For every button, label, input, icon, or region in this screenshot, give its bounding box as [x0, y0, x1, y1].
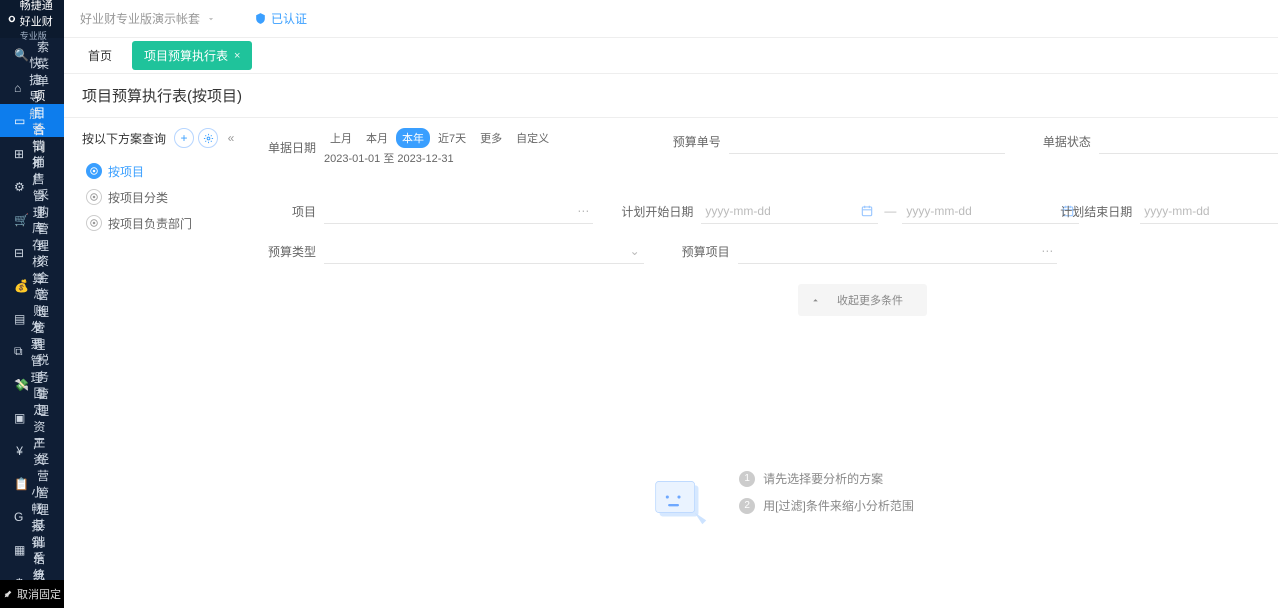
close-icon[interactable]: ×: [234, 50, 240, 62]
date-shortcut[interactable]: 自定义: [510, 128, 555, 148]
nav-icon: ▣: [14, 410, 25, 426]
nav-icon: ⌂: [14, 80, 21, 96]
step-1-text: 请先选择要分析的方案: [763, 470, 883, 487]
sidebar-item-9[interactable]: ⧉发票管理: [0, 335, 64, 368]
gear-icon: [203, 133, 214, 144]
budget-type-select[interactable]: ⌄: [324, 238, 644, 264]
status-label: 单据状态: [1029, 133, 1091, 150]
budget-type-label: 预算类型: [254, 243, 316, 260]
collapse-plan-button[interactable]: «: [222, 129, 240, 147]
date-shortcut[interactable]: 近7天: [432, 128, 472, 148]
nav-icon: ⊞: [14, 146, 24, 162]
verified-badge: 已认证: [254, 10, 307, 27]
chevron-up-icon: [810, 295, 821, 306]
status-select[interactable]: ⌄: [1099, 128, 1278, 154]
plan-item-label: 按项目负责部门: [108, 215, 192, 232]
sidebar-item-16[interactable]: ⚙系统管理: [0, 566, 64, 580]
nav-icon: 📋: [14, 476, 29, 492]
target-icon: [86, 215, 102, 231]
brand-icon: [8, 12, 16, 26]
target-icon: [86, 189, 102, 205]
tabstrip: 首页 项目预算执行表 × ◀ ▶ ✕ ⛶: [64, 38, 1278, 74]
tab-home[interactable]: 首页: [76, 41, 124, 70]
add-plan-button[interactable]: +: [174, 128, 194, 148]
page-header: 项目预算执行表(按项目) 导出 刷新: [64, 74, 1278, 118]
shield-icon: [254, 12, 267, 25]
budget-item-label: 预算项目: [668, 243, 730, 260]
sidebar-item-label: 系统管理: [33, 549, 50, 581]
date-shortcut[interactable]: 本年: [396, 128, 430, 148]
nav-icon: ▦: [14, 542, 25, 558]
date-shortcut[interactable]: 本月: [360, 128, 394, 148]
sidebar-item-12[interactable]: ¥工资: [0, 434, 64, 467]
nav-icon: 💸: [14, 377, 29, 393]
plan-item-label: 按项目: [108, 163, 144, 180]
collapse-filters-button[interactable]: 收起更多条件: [798, 284, 927, 316]
plan-start-from-input[interactable]: [701, 198, 878, 224]
topbar: 好业财专业版演示帐套 已认证 消息 1 App下载 珠珠: [64, 0, 1278, 38]
more-icon: ⋯: [1041, 244, 1053, 258]
nav-icon: 💰: [14, 278, 29, 294]
empty-illustration: [639, 462, 719, 532]
nav-icon: ⚙: [14, 179, 25, 195]
calendar-icon: [860, 204, 874, 218]
tab-active[interactable]: 项目预算执行表 ×: [132, 41, 252, 70]
plan-end-label: 计划结束日期: [1056, 203, 1132, 220]
nav-icon: G: [14, 509, 23, 525]
tenant-select[interactable]: 好业财专业版演示帐套: [80, 10, 240, 27]
sidebar-item-14[interactable]: G小畅报销: [0, 500, 64, 533]
plan-item-0[interactable]: 按项目: [82, 158, 240, 184]
nav-icon: 🛒: [14, 212, 29, 228]
brand-name: 畅捷通好业财: [20, 0, 56, 29]
project-picker[interactable]: ⋯: [324, 198, 593, 224]
sidebar-item-4[interactable]: ⚙销售管理: [0, 170, 64, 203]
step-2-badge: 2: [739, 498, 755, 514]
plan-item-2[interactable]: 按项目负责部门: [82, 210, 240, 236]
project-label: 项目: [254, 203, 316, 220]
brand-logo: 畅捷通好业财 专业版: [0, 0, 64, 38]
sidebar: 畅捷通好业财 专业版 🔍搜索菜单⌂快捷导航▭项目合同⊞营销推广⚙销售管理🛒采购管…: [0, 0, 64, 608]
target-icon: [86, 163, 102, 179]
step-2-text: 用[过滤]条件来缩小分析范围: [763, 497, 914, 514]
chevron-down-icon: [206, 14, 216, 24]
sidebar-item-1[interactable]: ⌂快捷导航: [0, 71, 64, 104]
budget-item-picker[interactable]: ⋯: [738, 238, 1058, 264]
budget-no-input[interactable]: [729, 128, 1005, 154]
chevron-down-icon: ⌄: [630, 244, 640, 258]
pin-icon: [3, 589, 13, 599]
date-shortcut[interactable]: 更多: [474, 128, 508, 148]
date-range-text: 2023-01-01 至 2023-12-31: [324, 150, 555, 166]
empty-state: 1 请先选择要分析的方案 2 用[过滤]条件来缩小分析范围: [64, 332, 1278, 532]
plan-panel: 按以下方案查询 + « 按项目按项目分类按项目负责部门: [82, 128, 240, 322]
sidebar-item-6[interactable]: ⊟库存核算: [0, 236, 64, 269]
date-shortcut[interactable]: 上月: [324, 128, 358, 148]
plan-header: 按以下方案查询: [82, 130, 170, 147]
plan-start-to-input[interactable]: [902, 198, 1079, 224]
step-1-badge: 1: [739, 471, 755, 487]
plan-start-label: 计划开始日期: [617, 203, 693, 220]
plan-end-from-input[interactable]: [1140, 198, 1278, 224]
plan-item-label: 按项目分类: [108, 189, 168, 206]
nav-icon: ▭: [14, 113, 25, 129]
nav-icon: ¥: [14, 443, 25, 459]
plan-item-1[interactable]: 按项目分类: [82, 184, 240, 210]
date-label: 单据日期: [254, 139, 316, 156]
unpin-button[interactable]: 取消固定: [0, 580, 64, 608]
nav-icon: ▤: [14, 311, 25, 327]
nav-icon: ⧉: [14, 344, 23, 360]
side-nav: 🔍搜索菜单⌂快捷导航▭项目合同⊞营销推广⚙销售管理🛒采购管理⊟库存核算💰资金管理…: [0, 38, 64, 580]
nav-icon: ⊟: [14, 245, 24, 261]
sidebar-item-11[interactable]: ▣固定资产: [0, 401, 64, 434]
more-icon: ⋯: [577, 204, 589, 218]
nav-icon: 🔍: [14, 47, 29, 63]
budget-no-label: 预算单号: [659, 133, 721, 150]
plan-settings-button[interactable]: [198, 128, 218, 148]
page-title: 项目预算执行表(按项目): [82, 85, 242, 106]
